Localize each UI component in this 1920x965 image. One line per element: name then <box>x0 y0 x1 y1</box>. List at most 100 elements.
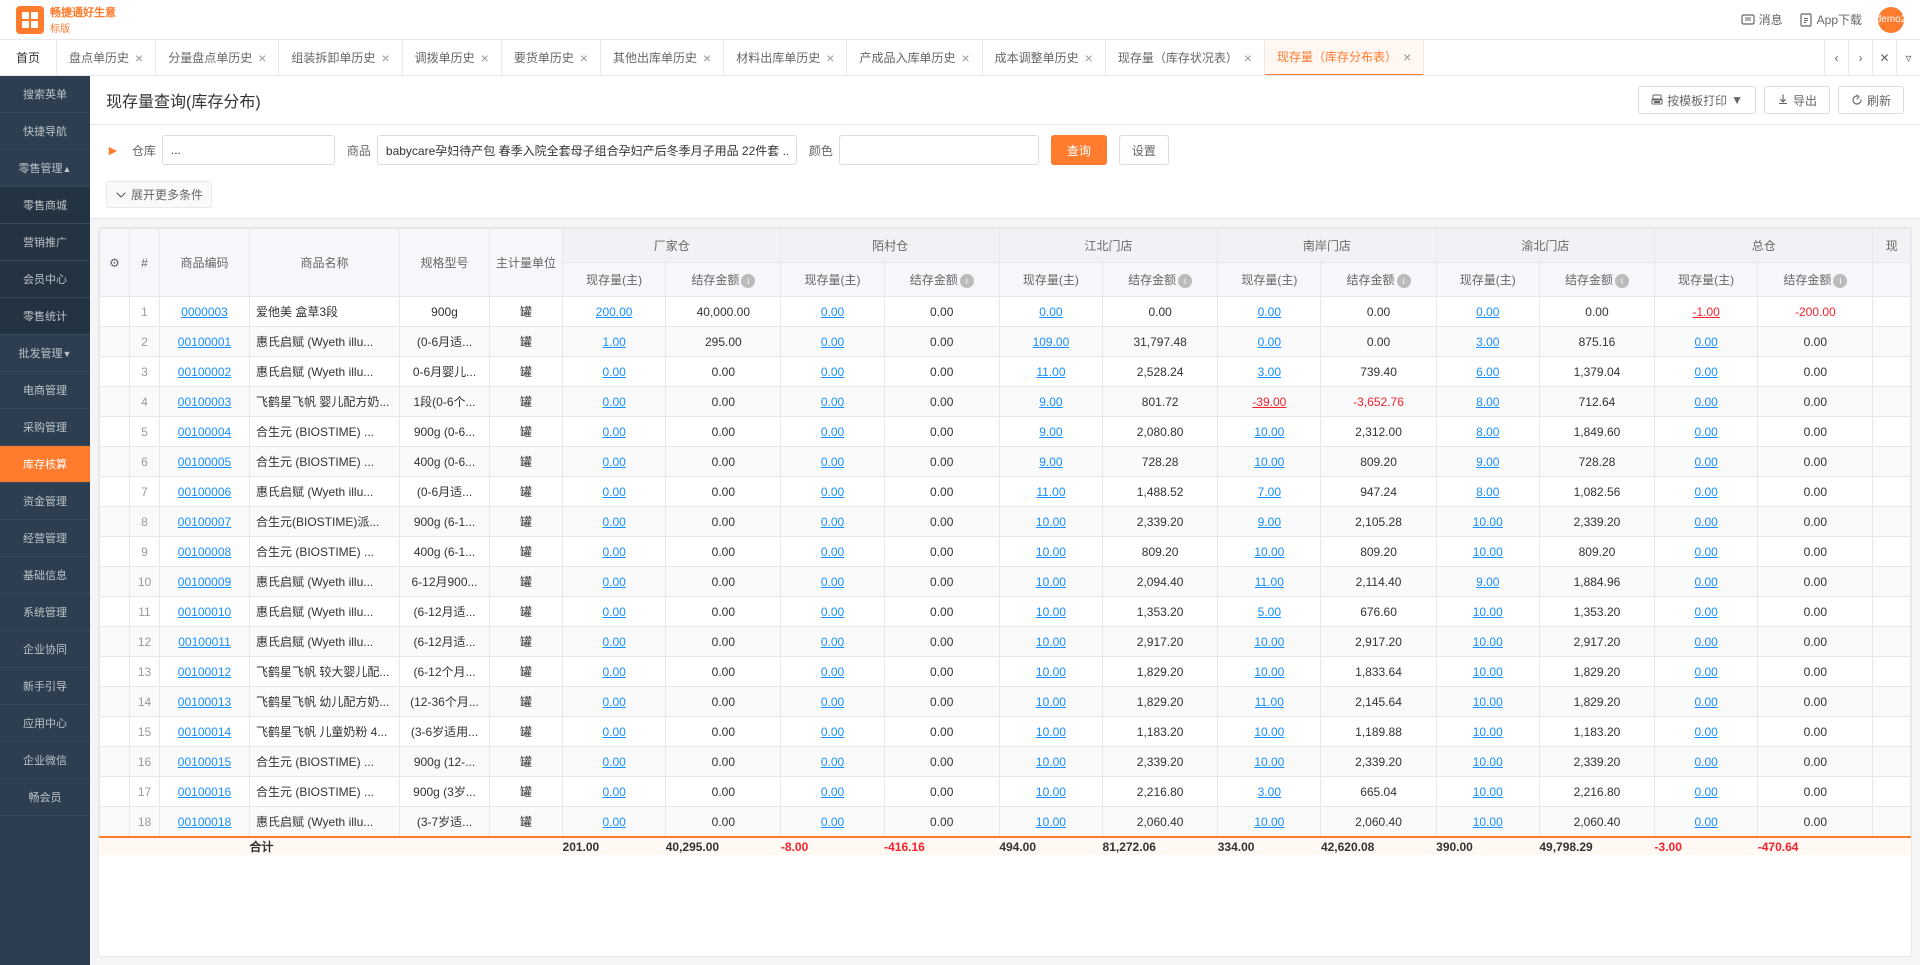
sidebar-item-quick-nav[interactable]: 快捷导航 <box>0 113 90 150</box>
tab-cost-adjust[interactable]: 成本调整单历史× <box>983 40 1106 76</box>
table-cell: 0.00 <box>781 447 884 477</box>
table-row: 200100001惠氏启赋 (Wyeth illu...(0-6月适...罐1.… <box>100 327 1911 357</box>
sidebar-item-vip[interactable]: 畅会员 <box>0 779 90 816</box>
messages-btn[interactable]: 消息 <box>1741 11 1783 28</box>
table-cell: 3 <box>130 357 160 387</box>
tab-expand-btn[interactable]: ▿ <box>1896 40 1920 76</box>
sidebar-item-retail-mgmt[interactable]: 零售管理▲ <box>0 150 90 187</box>
setting-btn[interactable]: 设置 <box>1119 135 1169 165</box>
sidebar-item-inventory[interactable]: 库存核算 <box>0 446 90 483</box>
table-cell: 0.00 <box>884 687 999 717</box>
tab-product-in[interactable]: 产成品入库单历史× <box>847 40 982 76</box>
table-cell: 0.00 <box>884 297 999 327</box>
warehouse-input[interactable] <box>162 135 335 165</box>
filter-expand-arrow[interactable]: ► <box>106 142 120 158</box>
table-cell: 9 <box>130 537 160 567</box>
table-cell: 罐 <box>490 297 563 327</box>
table-cell: 9.00 <box>999 417 1102 447</box>
tab-other-out[interactable]: 其他出库单历史× <box>601 40 724 76</box>
print-btn[interactable]: 按模板打印▼ <box>1638 86 1756 114</box>
tab-close-split-count[interactable]: × <box>258 50 266 66</box>
sidebar-item-system[interactable]: 系统管理 <box>0 594 90 631</box>
info-icon-1[interactable]: i <box>741 274 755 288</box>
app-download-btn[interactable]: App下载 <box>1799 11 1862 28</box>
th-settings[interactable]: ⚙ <box>100 229 130 297</box>
color-input[interactable] <box>839 135 1039 165</box>
query-btn[interactable]: 查询 <box>1051 135 1107 165</box>
info-icon-3[interactable]: i <box>1178 274 1192 288</box>
sidebar-item-enterprise[interactable]: 企业协同 <box>0 631 90 668</box>
sidebar-item-purchase[interactable]: 采购管理 <box>0 409 90 446</box>
table-row: 1600100015合生元 (BIOSTIME) ...900g (12-...… <box>100 747 1911 777</box>
sidebar-item-finance[interactable]: 资金管理 <box>0 483 90 520</box>
tab-stock-status[interactable]: 现存量（库存状况表）× <box>1106 40 1265 76</box>
table-cell: 0.00 <box>563 507 666 537</box>
tab-count-history[interactable]: 盘点单历史× <box>57 40 156 76</box>
tab-close-transfer[interactable]: × <box>481 50 489 66</box>
refresh-btn[interactable]: 刷新 <box>1838 86 1904 114</box>
table-cell: 0.00 <box>884 597 999 627</box>
tab-stock-dist[interactable]: 现存量（库存分布表）× <box>1265 40 1424 76</box>
table-cell <box>100 537 130 567</box>
sidebar-item-operations[interactable]: 经营管理 <box>0 520 90 557</box>
tab-close-material-out[interactable]: × <box>826 50 834 66</box>
tab-close-all-btn[interactable]: ✕ <box>1872 40 1896 76</box>
sidebar-item-retail-store[interactable]: 零售商城 <box>0 187 90 224</box>
table-cell: 14 <box>130 687 160 717</box>
goods-input[interactable] <box>377 135 797 165</box>
sidebar-item-wechat[interactable]: 企业微信 <box>0 742 90 779</box>
sidebar-item-marketing[interactable]: 营销推广 <box>0 224 90 261</box>
tab-order[interactable]: 要货单历史× <box>502 40 601 76</box>
export-btn[interactable]: 导出 <box>1764 86 1830 114</box>
sidebar-label-basic: 基础信息 <box>23 570 67 582</box>
th-mucun: 陌村仓 <box>781 229 999 263</box>
tab-close-cost-adjust[interactable]: × <box>1085 50 1093 66</box>
table-cell: 00100010 <box>160 597 250 627</box>
sidebar-item-member[interactable]: 会员中心 <box>0 261 90 298</box>
color-filter: 颜色 <box>809 135 1039 165</box>
info-icon-4[interactable]: i <box>1397 274 1411 288</box>
sidebar-item-app-center[interactable]: 应用中心 <box>0 705 90 742</box>
tab-close-count-history[interactable]: × <box>135 50 143 66</box>
page-header-actions: 按模板打印▼ 导出 刷新 <box>1638 86 1904 114</box>
tab-home[interactable]: 首页 <box>0 40 57 76</box>
table-cell: 0.00 <box>1655 417 1758 447</box>
tab-split-count[interactable]: 分量盘点单历史× <box>156 40 279 76</box>
table-cell: 0.00 <box>1758 807 1873 838</box>
table-cell: 0.00 <box>781 747 884 777</box>
table-cell: 2,105.28 <box>1321 507 1436 537</box>
tab-close-product-in[interactable]: × <box>961 50 969 66</box>
tab-close-assemble[interactable]: × <box>381 50 389 66</box>
table-cell: 801.72 <box>1103 387 1218 417</box>
sidebar-item-guide[interactable]: 新手引导 <box>0 668 90 705</box>
user-avatar-btn[interactable]: demo2 <box>1878 7 1904 33</box>
tab-transfer[interactable]: 调拨单历史× <box>403 40 502 76</box>
sidebar-item-basic[interactable]: 基础信息 <box>0 557 90 594</box>
info-icon-6[interactable]: i <box>1833 274 1847 288</box>
page-header: 现存量查询(库存分布) 按模板打印▼ 导出 刷新 <box>90 76 1920 125</box>
info-icon-5[interactable]: i <box>1615 274 1629 288</box>
table-cell: 1段(0-6个... <box>400 387 490 417</box>
table-cell: 2,060.40 <box>1539 807 1654 838</box>
tab-assemble[interactable]: 组装拆卸单历史× <box>279 40 402 76</box>
tab-close-order[interactable]: × <box>580 50 588 66</box>
footer-cell: -470.64 <box>1758 837 1873 855</box>
table-cell: 飞鹤星飞帆 较大婴儿配... <box>250 657 400 687</box>
info-icon-2[interactable]: i <box>960 274 974 288</box>
tab-prev-btn[interactable]: ‹ <box>1824 40 1848 76</box>
table-cell: (6-12月适... <box>400 597 490 627</box>
sidebar-item-search[interactable]: 搜索英单 <box>0 76 90 113</box>
sidebar-label-system: 系统管理 <box>23 607 67 619</box>
tab-material-out[interactable]: 材料出库单历史× <box>724 40 847 76</box>
tab-close-other-out[interactable]: × <box>703 50 711 66</box>
sidebar-item-ecommerce[interactable]: 电商管理 <box>0 372 90 409</box>
sidebar-item-retail-stats[interactable]: 零售统计 <box>0 298 90 335</box>
table-cell: 0.00 <box>1758 507 1873 537</box>
tab-next-btn[interactable]: › <box>1848 40 1872 76</box>
expand-conditions-btn[interactable]: 展开更多条件 <box>106 181 212 208</box>
table-cell: 10.00 <box>1218 537 1321 567</box>
tab-close-stock-dist[interactable]: × <box>1403 49 1411 65</box>
tab-close-stock-status[interactable]: × <box>1244 50 1252 66</box>
table-cell: 0.00 <box>884 507 999 537</box>
sidebar-item-wholesale[interactable]: 批发管理▼ <box>0 335 90 372</box>
